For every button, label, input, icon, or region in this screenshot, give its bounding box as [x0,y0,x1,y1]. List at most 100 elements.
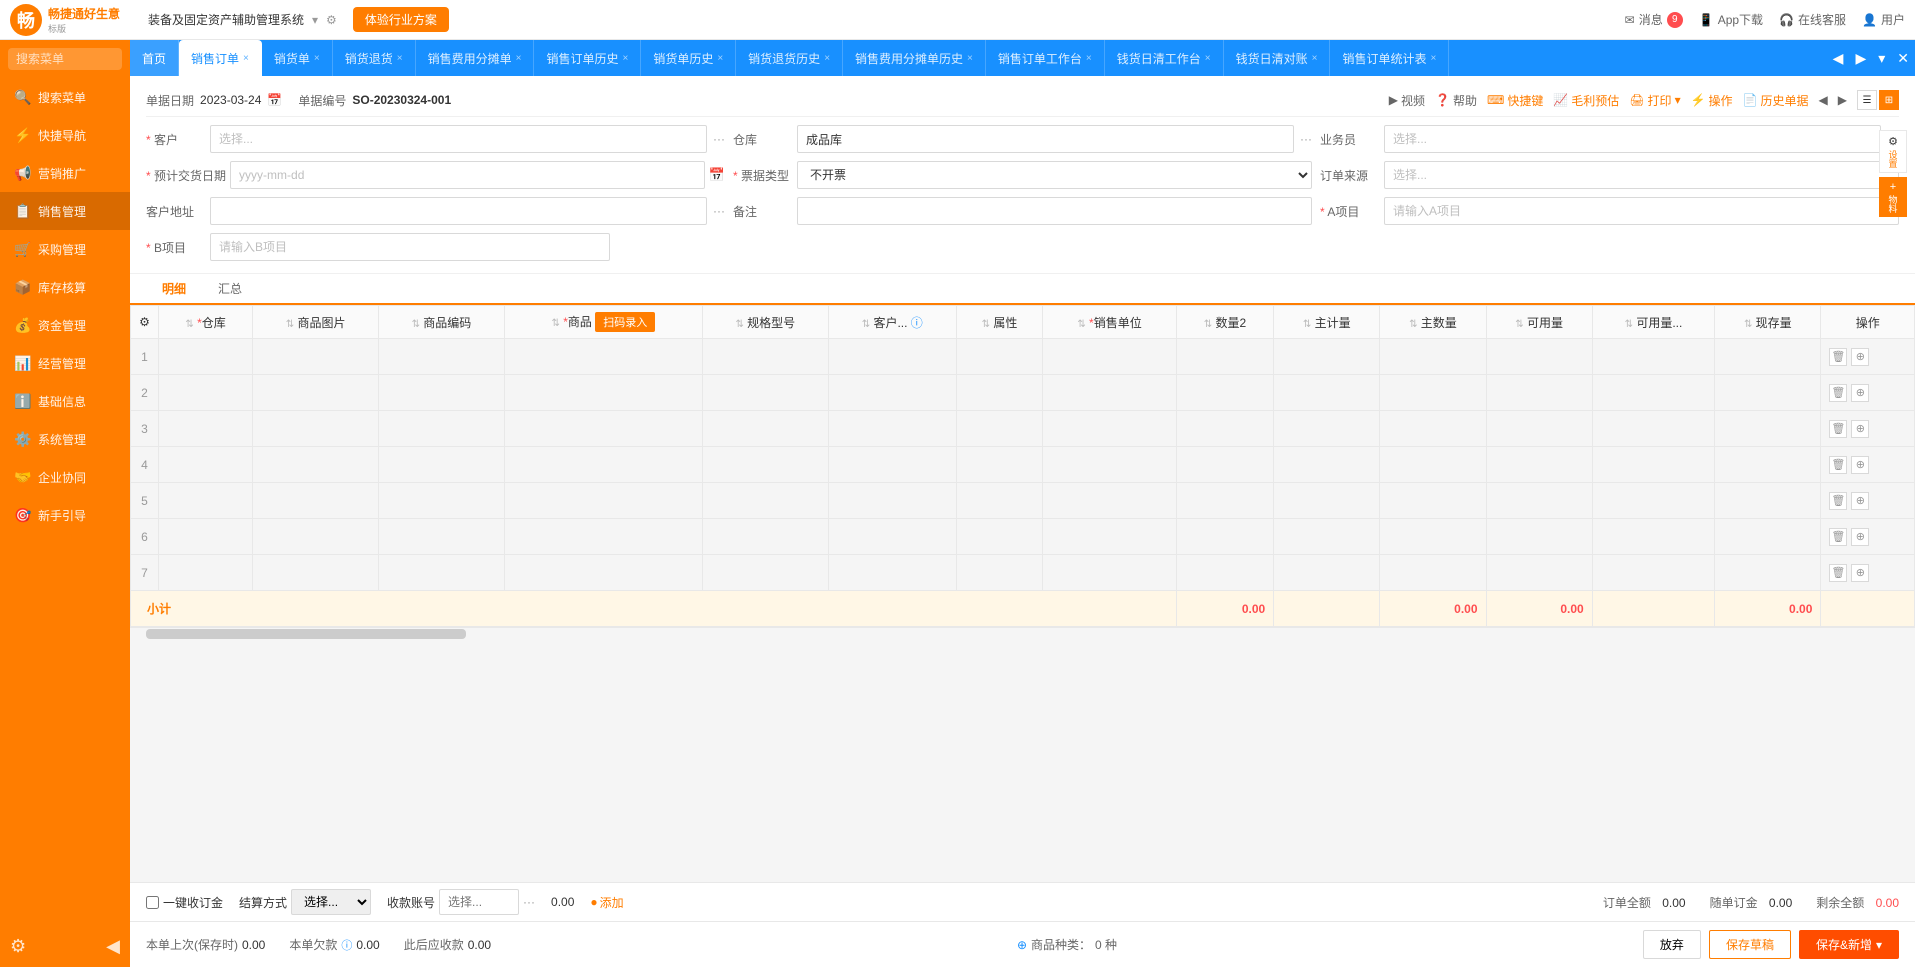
delete-row-4[interactable]: 🗑 [1829,456,1847,474]
sidebar-item-sales[interactable]: 📋 销售管理 [0,192,130,230]
tab-sales-expense[interactable]: 销售费用分摊单 × [416,40,535,76]
cell-warehouse-2[interactable] [159,375,253,411]
cell-image-2[interactable] [253,375,379,411]
cell-customer-code-2[interactable] [828,375,956,411]
tab-receipt-history[interactable]: 销货单历史 × [641,40,736,76]
cell-product-2[interactable] [504,375,702,411]
cell-image-3[interactable] [253,411,379,447]
tab-prev-arrow[interactable]: ◀ [1827,50,1850,67]
sidebar-item-purchase[interactable]: 🛒 采购管理 [0,230,130,268]
calendar-icon[interactable]: 📅 [267,93,282,107]
cell-product-1[interactable] [504,339,702,375]
operate-btn[interactable]: ⚡ 操作 [1691,92,1733,109]
print-btn[interactable]: 🖨 打印 ▾ [1629,92,1680,109]
cell-spec-2[interactable] [702,375,828,411]
warehouse-dots[interactable]: ··· [1300,132,1312,146]
tab-daily-workbench-close[interactable]: × [1205,53,1211,64]
cell-spec-3[interactable] [702,411,828,447]
delivery-cal-icon[interactable]: 📅 [709,167,725,183]
addr-dots[interactable]: ··· [713,204,725,218]
copy-row-7[interactable]: ⊕ [1851,564,1869,582]
one-click-checkbox[interactable] [146,896,159,909]
tab-sales-receipt[interactable]: 销货单 × [262,40,333,76]
cell-unit-2[interactable] [1043,375,1177,411]
delete-row-7[interactable]: 🗑 [1829,564,1847,582]
sidebar-item-system[interactable]: ⚙️ 系统管理 [0,420,130,458]
cell-unit-3[interactable] [1043,411,1177,447]
cell-customer-code-1[interactable] [828,339,956,375]
list-layout-icon[interactable]: ☰ [1857,90,1877,110]
tab-order-stats-close[interactable]: × [1430,53,1436,64]
user-item[interactable]: 👤 用户 [1862,11,1905,28]
cell-current-3[interactable] [1715,411,1821,447]
delete-row-3[interactable]: 🗑 [1829,420,1847,438]
cell-available-2[interactable] [1486,375,1592,411]
sidebar-item-quicknav[interactable]: ⚡ 快捷导航 [0,116,130,154]
cell-available2-2[interactable] [1592,375,1715,411]
tab-more-icon[interactable]: ▾ [1872,50,1891,67]
add-payment-btn[interactable]: ● 添加 [590,894,623,911]
cell-unit-1[interactable] [1043,339,1177,375]
sidebar-item-guide[interactable]: 🎯 新手引导 [0,496,130,534]
tab-expense-history[interactable]: 销售费用分摊单历史 × [843,40,986,76]
sidebar-item-search[interactable]: 🔍 搜索菜单 [0,78,130,116]
tab-home[interactable]: 首页 [130,40,179,76]
nav-prev-icon[interactable]: ◀ [1819,93,1828,107]
tab-sales-expense-close[interactable]: × [516,53,522,64]
cell-current-2[interactable] [1715,375,1821,411]
tab-detail[interactable]: 明细 [146,274,202,305]
one-click-collect-label[interactable]: 一键收订金 [146,894,223,911]
tab-next-arrow[interactable]: ▶ [1849,50,1872,67]
tab-order-workbench[interactable]: 销售订单工作台 × [986,40,1105,76]
sidebar-item-inventory[interactable]: 📦 库存核算 [0,268,130,306]
save-draft-btn[interactable]: 保存草稿 [1709,930,1791,959]
save-new-btn[interactable]: 保存&新增 ▾ [1799,930,1899,959]
cell-available-3[interactable] [1486,411,1592,447]
delete-row-1[interactable]: 🗑 [1829,348,1847,366]
profit-btn[interactable]: 📈 毛利预估 [1553,92,1619,109]
cell-warehouse-3[interactable] [159,411,253,447]
cell-qty2-3[interactable] [1176,411,1273,447]
tab-order-history-close[interactable]: × [622,53,628,64]
copy-row-6[interactable]: ⊕ [1851,528,1869,546]
cell-qty2-2[interactable] [1176,375,1273,411]
dropdown-icon[interactable]: ▾ [312,13,318,27]
app-download-item[interactable]: 📱 App下载 [1699,11,1763,28]
cell-main-unit-3[interactable] [1274,411,1380,447]
bill-date-value[interactable]: 2023-03-24 [200,93,261,107]
customer-input[interactable] [210,125,707,153]
copy-row-3[interactable]: ⊕ [1851,420,1869,438]
invoice-select[interactable]: 不开票 增值税普通发票 增值税专用发票 [797,161,1312,189]
col-gear[interactable]: ⚙ [131,306,159,339]
cell-customer-code-3[interactable] [828,411,956,447]
tab-sales-return-close[interactable]: × [397,53,403,64]
tab-order-stats[interactable]: 销售订单统计表 × [1330,40,1449,76]
horizontal-scrollbar[interactable] [130,627,1915,639]
grid-layout-icon[interactable]: ⊞ [1879,90,1899,110]
receipt-dots[interactable]: ··· [523,895,535,909]
cell-product-3[interactable] [504,411,702,447]
b-project-input[interactable] [210,233,610,261]
delete-row-2[interactable]: 🗑 [1829,384,1847,402]
sidebar-item-basicinfo[interactable]: ℹ️ 基础信息 [0,382,130,420]
tab-sales-return[interactable]: 销货退货 × [333,40,416,76]
sidebar-search-input[interactable] [8,48,122,70]
copy-row-1[interactable]: ⊕ [1851,348,1869,366]
cell-current-1[interactable] [1715,339,1821,375]
copy-row-2[interactable]: ⊕ [1851,384,1869,402]
warehouse-input[interactable] [797,125,1294,153]
cell-available2-3[interactable] [1592,411,1715,447]
add-material-btn[interactable]: + 物料 [1879,177,1907,217]
cell-code-2[interactable] [379,375,505,411]
scan-btn[interactable]: 扫码录入 [595,312,655,332]
cell-attr-3[interactable] [956,411,1042,447]
print-dropdown-icon[interactable]: ▾ [1675,93,1681,107]
cell-code-3[interactable] [379,411,505,447]
help-btn[interactable]: ❓ 帮助 [1435,92,1477,109]
cell-main-qty-2[interactable] [1380,375,1486,411]
customer-dots[interactable]: ··· [713,132,725,146]
tab-summary[interactable]: 汇总 [202,274,258,305]
cell-attr-1[interactable] [956,339,1042,375]
cell-available-1[interactable] [1486,339,1592,375]
delete-row-6[interactable]: 🗑 [1829,528,1847,546]
